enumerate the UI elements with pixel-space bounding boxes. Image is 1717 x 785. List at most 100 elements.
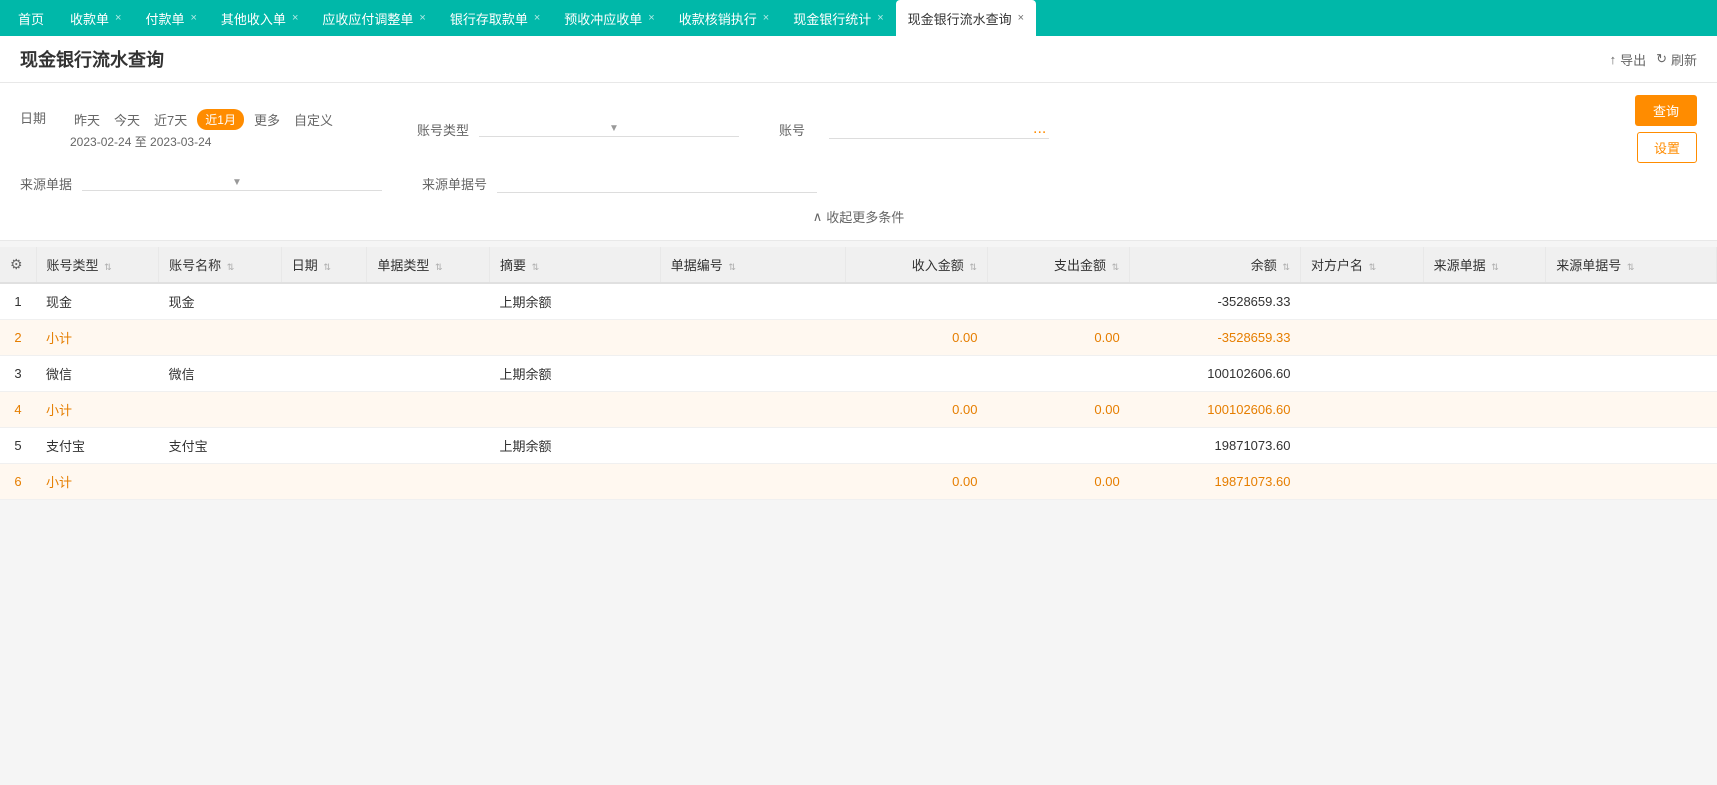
cell-account-type: 小计 <box>36 392 159 428</box>
cell-balance: 100102606.60 <box>1130 392 1301 428</box>
th-counterpart[interactable]: 对方户名 ⇅ <box>1300 247 1423 283</box>
cell-source-doc-no <box>1546 392 1717 428</box>
top-nav: 首页 收款单 × 付款单 × 其他收入单 × 应收应付调整单 × 银行存取款单 … <box>0 0 1717 36</box>
nav-tab-3[interactable]: 应收应付调整单 × <box>310 0 437 36</box>
nav-tab-4[interactable]: 银行存取款单 × <box>438 0 552 36</box>
cell-account-name <box>159 392 282 428</box>
sort-icon: ⇅ <box>435 262 443 272</box>
cell-account-type: 现金 <box>36 283 159 320</box>
sort-icon: ⇅ <box>1491 262 1499 272</box>
dropdown-arrow-icon: ▼ <box>609 123 735 134</box>
cell-source-doc <box>1423 464 1546 500</box>
cell-summary <box>490 464 661 500</box>
nav-tab-8[interactable]: 现金银行流水查询 × <box>896 0 1036 36</box>
cell-balance: -3528659.33 <box>1130 283 1301 320</box>
th-doc-no[interactable]: 单据编号 ⇅ <box>660 247 845 283</box>
th-expense[interactable]: 支出金额 ⇅ <box>987 247 1129 283</box>
th-date[interactable]: 日期 ⇅ <box>281 247 367 283</box>
close-icon[interactable]: × <box>1018 12 1024 24</box>
table-row[interactable]: 3 微信 微信 上期余额 100102606.60 <box>0 356 1717 392</box>
source-doc-no-input[interactable] <box>497 173 817 193</box>
close-icon[interactable]: × <box>534 12 540 24</box>
cell-account-type: 微信 <box>36 356 159 392</box>
th-account-type[interactable]: 账号类型 ⇅ <box>36 247 159 283</box>
account-type-select[interactable]: ▼ <box>479 121 739 137</box>
close-icon[interactable]: × <box>115 12 121 24</box>
cell-account-name <box>159 320 282 356</box>
date-today[interactable]: 今天 <box>110 108 144 131</box>
cell-summary <box>490 320 661 356</box>
cell-balance: 100102606.60 <box>1130 356 1301 392</box>
settings-button[interactable]: 设置 <box>1637 132 1697 163</box>
table-body: 1 现金 现金 上期余额 -3528659.33 2 小计 0.00 0.00 … <box>0 283 1717 500</box>
th-doc-type[interactable]: 单据类型 ⇅ <box>367 247 490 283</box>
th-balance[interactable]: 余额 ⇅ <box>1130 247 1301 283</box>
close-icon[interactable]: × <box>763 12 769 24</box>
query-button[interactable]: 查询 <box>1635 95 1697 126</box>
cell-income <box>845 283 987 320</box>
source-doc-select[interactable]: ▼ <box>82 175 382 191</box>
th-source-doc[interactable]: 来源单据 ⇅ <box>1423 247 1546 283</box>
table-row[interactable]: 1 现金 现金 上期余额 -3528659.33 <box>0 283 1717 320</box>
table-row[interactable]: 4 小计 0.00 0.00 100102606.60 <box>0 392 1717 428</box>
table-row[interactable]: 6 小计 0.00 0.00 19871073.60 <box>0 464 1717 500</box>
account-input[interactable] <box>829 119 1029 138</box>
page-header: 现金银行流水查询 ↑ 导出 ↻ 刷新 <box>0 36 1717 83</box>
cell-doc-type <box>367 464 490 500</box>
cell-balance: 19871073.60 <box>1130 464 1301 500</box>
table-settings-icon[interactable]: ⚙ <box>10 256 23 272</box>
date-1month[interactable]: 近1月 <box>197 109 244 130</box>
table-row[interactable]: 2 小计 0.00 0.00 -3528659.33 <box>0 320 1717 356</box>
date-yesterday[interactable]: 昨天 <box>70 108 104 131</box>
account-dots[interactable]: ... <box>1033 120 1046 138</box>
date-7days[interactable]: 近7天 <box>150 108 191 131</box>
cell-date <box>281 283 367 320</box>
nav-tab-0[interactable]: 收款单 × <box>58 0 133 36</box>
row-num: 3 <box>0 356 36 392</box>
cell-source-doc <box>1423 356 1546 392</box>
close-icon[interactable]: × <box>419 12 425 24</box>
date-more[interactable]: 更多 <box>250 108 284 131</box>
filter-row-1: 日期 昨天 今天 近7天 近1月 更多 自定义 2023-02-24 至 202… <box>20 95 1697 163</box>
cell-doc-no <box>660 320 845 356</box>
date-options: 昨天 今天 近7天 近1月 更多 自定义 <box>70 108 337 131</box>
date-custom[interactable]: 自定义 <box>290 108 337 131</box>
source-doc-no-label: 来源单据号 <box>422 174 487 193</box>
nav-tab-2[interactable]: 其他收入单 × <box>209 0 310 36</box>
th-summary[interactable]: 摘要 ⇅ <box>490 247 661 283</box>
th-account-name[interactable]: 账号名称 ⇅ <box>159 247 282 283</box>
cell-date <box>281 428 367 464</box>
nav-tab-1[interactable]: 付款单 × <box>133 0 208 36</box>
sort-icon: ⇅ <box>969 262 977 272</box>
nav-tab-5[interactable]: 预收冲应收单 × <box>552 0 666 36</box>
cell-account-type: 小计 <box>36 320 159 356</box>
cell-expense: 0.00 <box>987 320 1129 356</box>
table-row[interactable]: 5 支付宝 支付宝 上期余额 19871073.60 <box>0 428 1717 464</box>
account-label: 账号 <box>779 120 819 139</box>
export-button[interactable]: ↑ 导出 <box>1610 50 1647 69</box>
th-settings[interactable]: ⚙ <box>0 247 36 283</box>
nav-tab-7[interactable]: 现金银行统计 × <box>781 0 895 36</box>
cell-summary: 上期余额 <box>490 428 661 464</box>
cell-income: 0.00 <box>845 392 987 428</box>
cell-date <box>281 392 367 428</box>
nav-home[interactable]: 首页 <box>4 9 58 28</box>
th-source-doc-no[interactable]: 来源单据号 ⇅ <box>1546 247 1717 283</box>
th-income[interactable]: 收入金额 ⇅ <box>845 247 987 283</box>
collapse-bar[interactable]: ∧ 收起更多条件 <box>20 203 1697 230</box>
cell-source-doc <box>1423 392 1546 428</box>
close-icon[interactable]: × <box>292 12 298 24</box>
close-icon[interactable]: × <box>648 12 654 24</box>
row-num: 2 <box>0 320 36 356</box>
header-actions: ↑ 导出 ↻ 刷新 <box>1610 50 1697 69</box>
cell-counterpart <box>1300 320 1423 356</box>
cell-expense: 0.00 <box>987 392 1129 428</box>
dropdown-arrow-icon-2: ▼ <box>232 177 378 188</box>
nav-tab-6[interactable]: 收款核销执行 × <box>667 0 781 36</box>
date-section: 昨天 今天 近7天 近1月 更多 自定义 2023-02-24 至 2023-0… <box>70 108 337 150</box>
cell-doc-type <box>367 283 490 320</box>
close-icon[interactable]: × <box>877 12 883 24</box>
refresh-button[interactable]: ↻ 刷新 <box>1656 50 1697 69</box>
cell-account-type: 小计 <box>36 464 159 500</box>
close-icon[interactable]: × <box>190 12 196 24</box>
